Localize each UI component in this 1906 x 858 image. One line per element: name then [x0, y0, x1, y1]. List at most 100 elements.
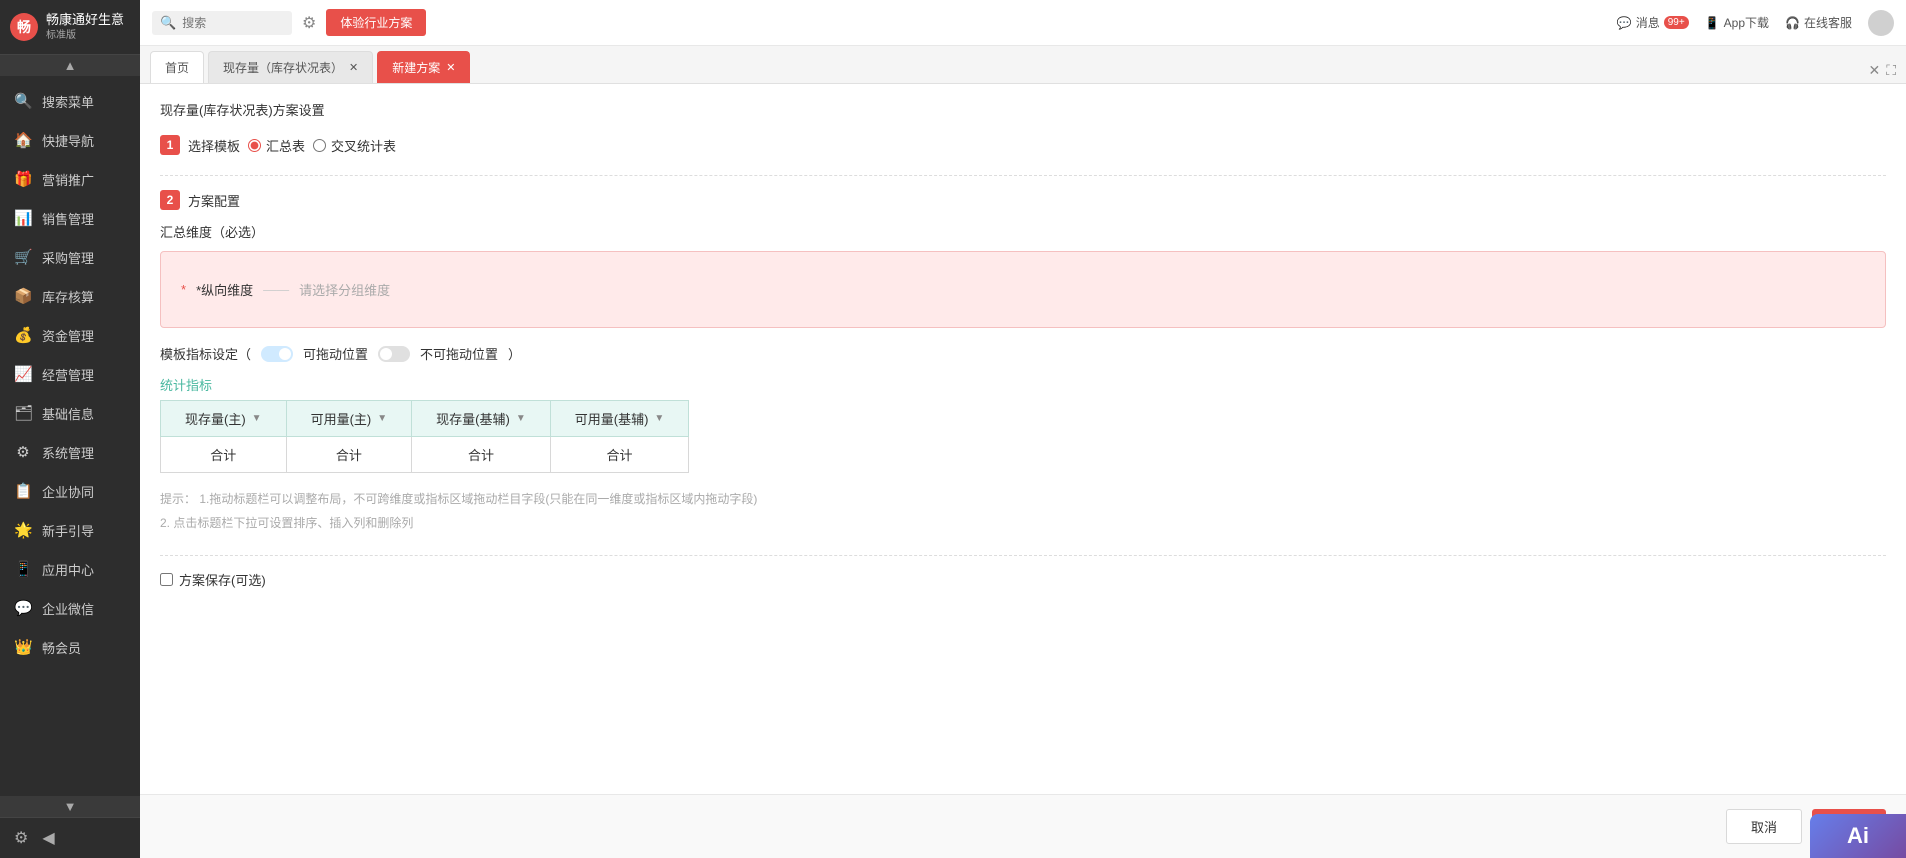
vertical-dim-field: * *纵向维度 —— 请选择分组维度 — [181, 280, 390, 299]
sidebar-item-label: 资金管理 — [42, 326, 94, 345]
col-header-2[interactable]: 可用量(主) ▼ — [286, 401, 412, 437]
save-checkbox[interactable] — [160, 573, 173, 586]
indicator-settings-row: 模板指标设定（ 可拖动位置 不可拖动位置 ） — [160, 344, 1886, 363]
folder-icon: 🗂 — [14, 404, 32, 422]
save-option[interactable]: 方案保存(可选) — [160, 570, 1886, 589]
draggable-toggle[interactable] — [261, 346, 293, 362]
message-badge-item[interactable]: 💬 消息 99+ — [1617, 14, 1689, 31]
tab-close-icon[interactable]: ✕ — [1868, 62, 1880, 79]
sidebar-item-label: 采购管理 — [42, 248, 94, 267]
sidebar-item-inventory[interactable]: 📦 库存核算 — [0, 277, 140, 316]
mobile-icon: 📱 — [14, 560, 32, 578]
sidebar-item-label: 快捷导航 — [42, 131, 94, 150]
tab-expand-icon[interactable]: ⛶ — [1886, 62, 1896, 79]
sidebar-item-label: 基础信息 — [42, 404, 94, 423]
section1-title: 选择模板 — [188, 136, 240, 155]
col-cell-4: 合计 — [550, 437, 689, 473]
col-header-3[interactable]: 现存量(基辅) ▼ — [412, 401, 551, 437]
sidebar-item-label: 经营管理 — [42, 365, 94, 384]
chevron-down-icon: ▼ — [377, 413, 387, 424]
col-cell-1: 合计 — [161, 437, 287, 473]
radio-cross-label: 交叉统计表 — [331, 136, 396, 155]
required-dimension-area[interactable]: * *纵向维度 —— 请选择分组维度 — [160, 251, 1886, 328]
non-draggable-toggle[interactable] — [378, 346, 410, 362]
sidebar-item-finance[interactable]: 💰 资金管理 — [0, 316, 140, 355]
save-label: 方案保存(可选) — [179, 570, 266, 589]
sidebar-item-label: 销售管理 — [42, 209, 94, 228]
home-icon: 🏠 — [14, 131, 32, 149]
sidebar-item-marketing[interactable]: 🎁 营销推广 — [0, 160, 140, 199]
sidebar-item-guide[interactable]: 🌟 新手引导 — [0, 511, 140, 550]
tab-inventory-status[interactable]: 现存量（库存状况表） ✕ — [208, 51, 373, 83]
app-logo-icon: 畅 — [10, 13, 38, 41]
toggle-dot-2 — [380, 348, 392, 360]
sidebar-item-wechat[interactable]: 💬 企业微信 — [0, 589, 140, 628]
section2-header: 2 方案配置 — [160, 190, 1886, 210]
sidebar-item-purchase[interactable]: 🛒 采购管理 — [0, 238, 140, 277]
sidebar: 畅 畅康通好生意 标准版 ▲ 🔍 搜索菜单 🏠 快捷导航 🎁 营销推广 📊 销售… — [0, 0, 140, 858]
non-draggable-label: 不可拖动位置 — [420, 344, 498, 363]
cancel-button[interactable]: 取消 — [1726, 809, 1802, 844]
app-download-item[interactable]: 📱 App下载 — [1705, 14, 1769, 31]
radio-cross[interactable]: 交叉统计表 — [313, 136, 396, 155]
col-cell-2: 合计 — [286, 437, 412, 473]
section-config: 2 方案配置 汇总维度（必选） * *纵向维度 —— 请选择分组维度 模板指标设… — [160, 190, 1886, 535]
search-icon: 🔍 — [14, 92, 32, 110]
content-area: 现存量(库存状况表)方案设置 1 选择模板 汇总表 交叉统计表 2 方案 — [140, 84, 1906, 794]
user-avatar[interactable] — [1868, 10, 1894, 36]
sidebar-item-base[interactable]: 🗂 基础信息 — [0, 394, 140, 433]
box-icon: 📦 — [14, 287, 32, 305]
tabbar: 首页 现存量（库存状况表） ✕ 新建方案 ✕ ✕ ⛶ — [140, 46, 1906, 84]
sidebar-scroll-up[interactable]: ▲ — [0, 55, 140, 76]
try-industry-button[interactable]: 体验行业方案 — [326, 9, 426, 36]
sidebar-item-system[interactable]: ⚙ 系统管理 — [0, 433, 140, 472]
message-count-badge: 99+ — [1664, 16, 1689, 29]
main-area: 🔍 ⚙ 体验行业方案 💬 消息 99+ 📱 App下载 🎧 在线客服 首页 — [140, 0, 1906, 858]
sidebar-bottom: ⚙ ◀ — [0, 817, 140, 858]
chat-icon: 💬 — [14, 599, 32, 617]
tab-controls: ✕ ⛶ — [1868, 62, 1896, 83]
vertical-dim-placeholder: 请选择分组维度 — [299, 280, 390, 299]
tab-close-new-scheme[interactable]: ✕ — [446, 61, 455, 74]
tab-new-scheme[interactable]: 新建方案 ✕ — [377, 51, 470, 83]
search-input[interactable] — [182, 16, 282, 30]
settings-icon[interactable]: ⚙ — [14, 828, 28, 848]
search-icon: 🔍 — [160, 15, 176, 31]
sidebar-item-label: 系统管理 — [42, 443, 94, 462]
online-service-item[interactable]: 🎧 在线客服 — [1785, 14, 1852, 31]
indicator-label: 模板指标设定（ — [160, 344, 251, 363]
radio-summary[interactable]: 汇总表 — [248, 136, 305, 155]
sidebar-item-label: 新手引导 — [42, 521, 94, 540]
chevron-down-icon: ▼ — [252, 413, 262, 424]
divider-2 — [160, 555, 1886, 556]
sidebar-item-sales[interactable]: 📊 销售管理 — [0, 199, 140, 238]
bottom-bar: 取消 查询 — [140, 794, 1906, 858]
sidebar-nav: 🔍 搜索菜单 🏠 快捷导航 🎁 营销推广 📊 销售管理 🛒 采购管理 📦 库存核… — [0, 76, 140, 796]
online-service-label: 在线客服 — [1804, 14, 1852, 31]
sidebar-item-operation[interactable]: 📈 经营管理 — [0, 355, 140, 394]
sidebar-scroll-down[interactable]: ▼ — [0, 796, 140, 817]
sidebar-item-nav[interactable]: 🏠 快捷导航 — [0, 121, 140, 160]
toggle-dot — [279, 348, 291, 360]
sidebar-item-member[interactable]: 👑 畅会员 — [0, 628, 140, 667]
col-header-1[interactable]: 现存量(主) ▼ — [161, 401, 287, 437]
topbar-gear-icon[interactable]: ⚙ — [302, 13, 316, 33]
collapse-icon[interactable]: ◀ — [42, 828, 54, 848]
topbar-search-box[interactable]: 🔍 — [152, 11, 292, 35]
sidebar-item-apps[interactable]: 📱 应用中心 — [0, 550, 140, 589]
divider-1 — [160, 175, 1886, 176]
topbar: 🔍 ⚙ 体验行业方案 💬 消息 99+ 📱 App下载 🎧 在线客服 — [140, 0, 1906, 46]
ai-button[interactable]: Ai — [1810, 814, 1906, 858]
clipboard-icon: 📋 — [14, 482, 32, 500]
required-star: * — [181, 282, 186, 297]
tip-2: 2. 点击标题栏下拉可设置排序、插入列和删除列 — [160, 511, 1886, 535]
app-download-icon: 📱 — [1705, 16, 1720, 30]
sidebar-item-label: 库存核算 — [42, 287, 94, 306]
sidebar-item-corp[interactable]: 📋 企业协同 — [0, 472, 140, 511]
tab-close-inventory[interactable]: ✕ — [349, 61, 358, 74]
sidebar-item-search[interactable]: 🔍 搜索菜单 — [0, 82, 140, 121]
field-dash: —— — [263, 282, 289, 297]
tab-home[interactable]: 首页 — [150, 51, 204, 83]
chevron-down-icon: ▼ — [516, 413, 526, 424]
col-header-4[interactable]: 可用量(基辅) ▼ — [550, 401, 689, 437]
